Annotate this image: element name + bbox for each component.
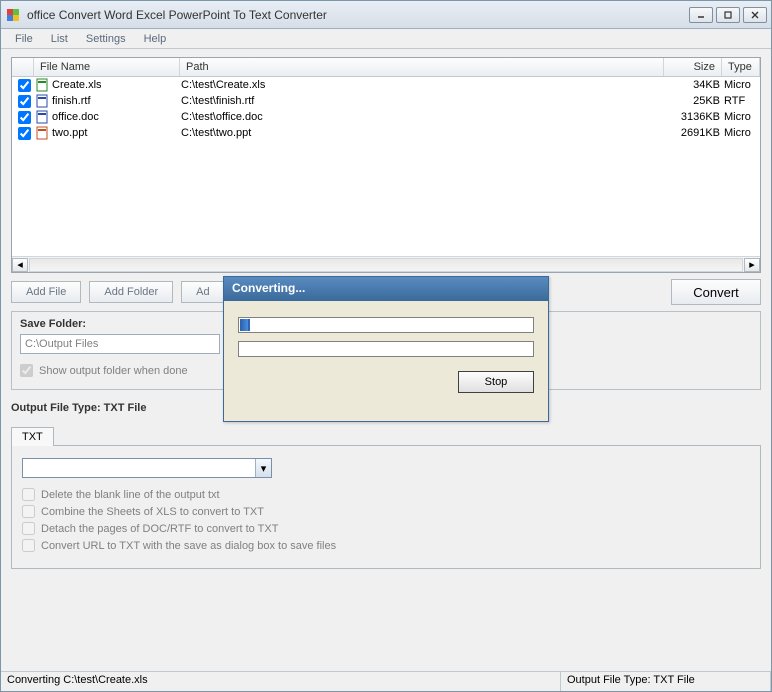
col-size[interactable]: Size (664, 58, 722, 76)
list-header: File Name Path Size Type (12, 58, 760, 77)
col-check[interactable] (12, 58, 34, 76)
show-output-label: Show output folder when done (39, 365, 188, 377)
row-name: Create.xls (52, 79, 102, 91)
opt-combine-sheets[interactable]: Combine the Sheets of XLS to convert to … (22, 505, 750, 518)
stop-button[interactable]: Stop (458, 371, 534, 393)
txt-options-panel: ▾ Delete the blank line of the output tx… (11, 445, 761, 569)
row-size: 2691KB (662, 127, 720, 139)
row-name: two.ppt (52, 127, 87, 139)
opt-convert-url[interactable]: Convert URL to TXT with the save as dial… (22, 539, 750, 552)
maximize-button[interactable] (716, 7, 740, 23)
table-row[interactable]: finish.rtf C:\test\finish.rtf 25KB RTF (12, 93, 760, 109)
progress-fill (240, 319, 250, 331)
converting-dialog: Converting... Stop (223, 276, 549, 422)
save-folder-input[interactable] (20, 334, 220, 354)
file-list: File Name Path Size Type Create.xls C:\t… (11, 57, 761, 273)
progress-bar-1 (238, 317, 534, 333)
app-icon (5, 7, 21, 23)
row-checkbox[interactable] (18, 127, 31, 140)
row-size: 25KB (662, 95, 720, 107)
menu-list[interactable]: List (43, 31, 76, 47)
row-path: C:\test\two.ppt (181, 127, 662, 139)
main-window: office Convert Word Excel PowerPoint To … (0, 0, 772, 692)
table-row[interactable]: office.doc C:\test\office.doc 3136KB Mic… (12, 109, 760, 125)
table-row[interactable]: Create.xls C:\test\Create.xls 34KB Micro (12, 77, 760, 93)
txt-combo[interactable]: ▾ (22, 458, 272, 478)
file-xls-icon (35, 78, 49, 92)
menu-settings[interactable]: Settings (78, 31, 134, 47)
window-title: office Convert Word Excel PowerPoint To … (27, 8, 689, 22)
row-size: 3136KB (662, 111, 720, 123)
list-body: Create.xls C:\test\Create.xls 34KB Micro… (12, 77, 760, 256)
row-checkbox[interactable] (18, 111, 31, 124)
row-path: C:\test\finish.rtf (181, 95, 662, 107)
row-checkbox[interactable] (18, 95, 31, 108)
menu-file[interactable]: File (7, 31, 41, 47)
col-filename[interactable]: File Name (34, 58, 180, 76)
row-type: Micro (720, 127, 758, 139)
row-path: C:\test\Create.xls (181, 79, 662, 91)
row-type: Micro (720, 79, 758, 91)
opt-detach-pages[interactable]: Detach the pages of DOC/RTF to convert t… (22, 522, 750, 535)
row-name: office.doc (52, 111, 99, 123)
statusbar: Converting C:\test\Create.xls Output Fil… (1, 671, 771, 691)
add-file-button[interactable]: Add File (11, 281, 81, 303)
row-path: C:\test\office.doc (181, 111, 662, 123)
col-path[interactable]: Path (180, 58, 664, 76)
menu-help[interactable]: Help (136, 31, 175, 47)
horizontal-scrollbar[interactable]: ◂ ▸ (12, 256, 760, 272)
file-doc-icon (35, 110, 49, 124)
status-left: Converting C:\test\Create.xls (1, 672, 561, 691)
file-rtf-icon (35, 94, 49, 108)
scroll-track[interactable] (29, 258, 743, 272)
convert-button[interactable]: Convert (671, 279, 761, 305)
scroll-left-icon[interactable]: ◂ (12, 258, 28, 272)
output-tabs: TXT (11, 426, 761, 445)
add-folder-button[interactable]: Add Folder (89, 281, 173, 303)
dialog-title: Converting... (224, 277, 548, 301)
col-type[interactable]: Type (722, 58, 760, 76)
tab-txt[interactable]: TXT (11, 427, 54, 446)
row-type: RTF (720, 95, 758, 107)
status-right: Output File Type: TXT File (561, 672, 771, 691)
scroll-right-icon[interactable]: ▸ (744, 258, 760, 272)
show-output-checkbox[interactable] (20, 364, 33, 377)
table-row[interactable]: two.ppt C:\test\two.ppt 2691KB Micro (12, 125, 760, 141)
add-button-partial[interactable]: Ad (181, 281, 224, 303)
titlebar: office Convert Word Excel PowerPoint To … (1, 1, 771, 29)
menubar: File List Settings Help (1, 29, 771, 49)
minimize-button[interactable] (689, 7, 713, 23)
row-size: 34KB (662, 79, 720, 91)
chevron-down-icon[interactable]: ▾ (255, 459, 271, 477)
opt-delete-blank[interactable]: Delete the blank line of the output txt (22, 488, 750, 501)
file-ppt-icon (35, 126, 49, 140)
progress-bar-2 (238, 341, 534, 357)
row-name: finish.rtf (52, 95, 91, 107)
close-button[interactable] (743, 7, 767, 23)
row-checkbox[interactable] (18, 79, 31, 92)
row-type: Micro (720, 111, 758, 123)
